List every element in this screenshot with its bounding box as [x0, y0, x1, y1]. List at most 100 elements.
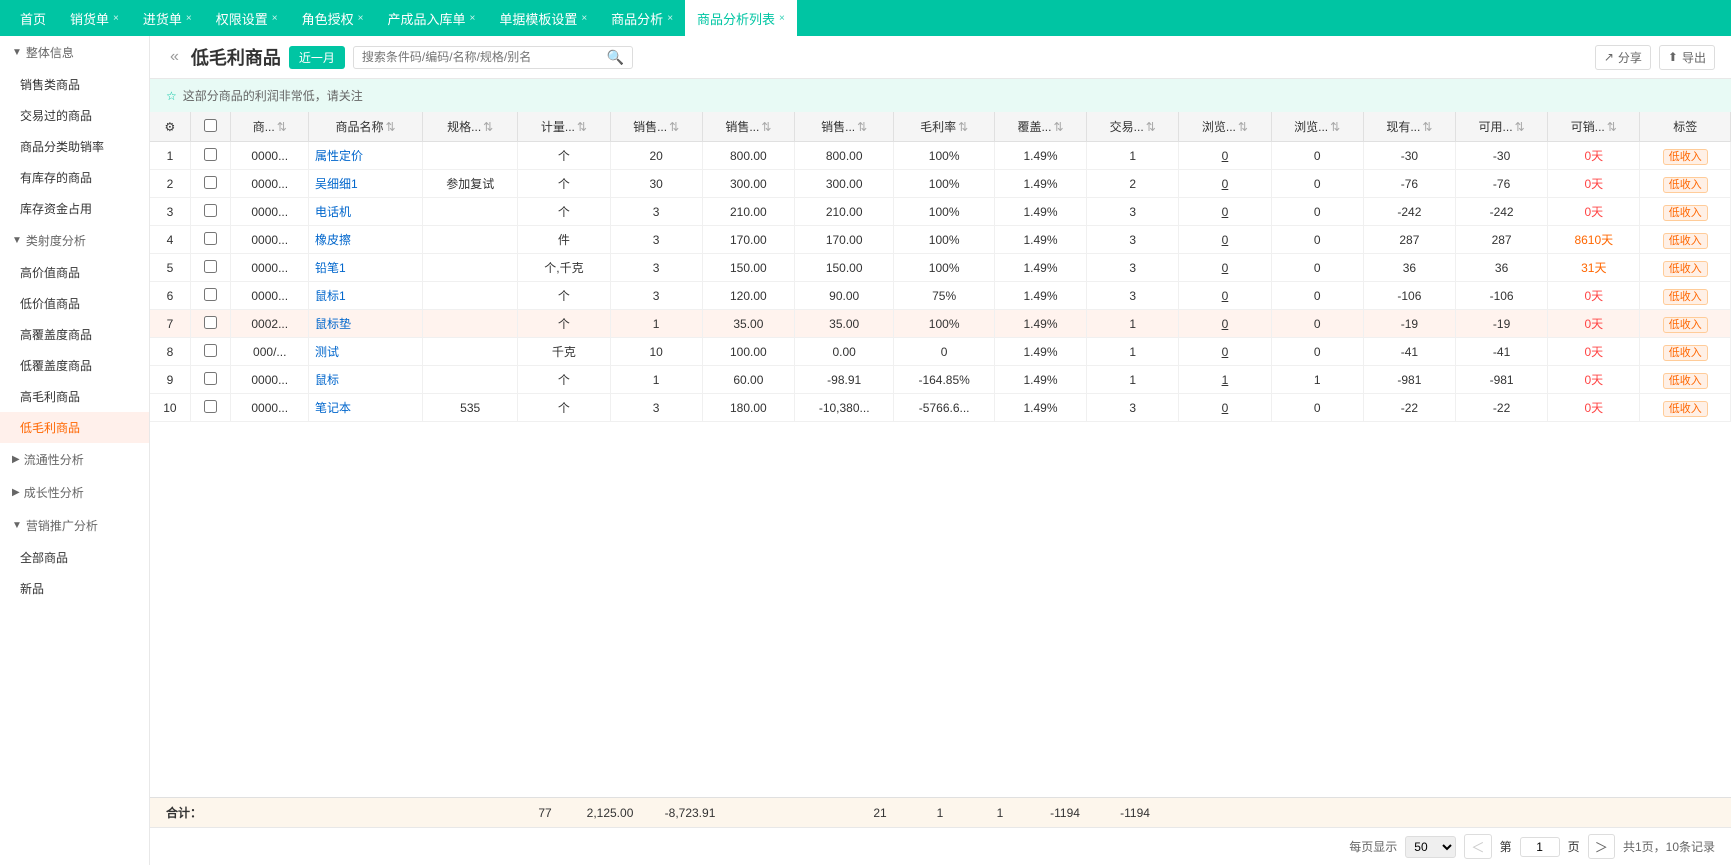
row-name[interactable]: 吴细细1 [309, 170, 423, 198]
row-name[interactable]: 属性定价 [309, 142, 423, 170]
row-name[interactable]: 橡皮擦 [309, 226, 423, 254]
row-name[interactable]: 鼠标垫 [309, 310, 423, 338]
search-icon[interactable]: 🔍 [606, 49, 623, 66]
col-sales-qty[interactable]: 销售...⇅ [610, 112, 702, 142]
row-checkbox[interactable] [190, 198, 231, 226]
row-checkbox[interactable] [190, 338, 231, 366]
row-name[interactable]: 笔记本 [309, 394, 423, 422]
nav-sales-order[interactable]: 销货单 × [58, 0, 131, 36]
next-page-btn[interactable]: ＞ [1588, 834, 1615, 859]
sidebar-item-low-coverage[interactable]: 低覆盖度商品 [0, 350, 149, 381]
sidebar-group-class-analysis[interactable]: ▼ 类射度分析 [0, 224, 149, 257]
row-checkbox[interactable] [190, 254, 231, 282]
row-checkbox[interactable] [190, 226, 231, 254]
row-name[interactable]: 鼠标1 [309, 282, 423, 310]
row-browse1[interactable]: 0 [1179, 198, 1271, 226]
close-permission-icon[interactable]: × [272, 13, 278, 24]
col-coverage[interactable]: 覆盖...⇅ [994, 112, 1086, 142]
row-select-checkbox[interactable] [204, 400, 217, 413]
col-browse1[interactable]: 浏览...⇅ [1179, 112, 1271, 142]
row-checkbox[interactable] [190, 366, 231, 394]
col-sales-profit[interactable]: 销售...⇅ [794, 112, 893, 142]
sidebar-item-high-coverage[interactable]: 高覆盖度商品 [0, 319, 149, 350]
browse1-link[interactable]: 0 [1222, 177, 1229, 191]
prev-page-btn[interactable]: ＜ [1464, 834, 1491, 859]
browse1-link[interactable]: 0 [1222, 261, 1229, 275]
close-product-analysis-list-icon[interactable]: × [779, 13, 785, 24]
col-code[interactable]: 商...⇅ [231, 112, 309, 142]
sidebar-item-all-products[interactable]: 全部商品 [0, 542, 149, 573]
nav-template-settings[interactable]: 单据模板设置 × [487, 0, 599, 36]
export-button[interactable]: ⬆ 导出 [1659, 45, 1715, 70]
row-browse1[interactable]: 0 [1179, 142, 1271, 170]
sidebar-item-sales-products[interactable]: 销售类商品 [0, 69, 149, 100]
browse1-link[interactable]: 0 [1222, 233, 1229, 247]
col-spec[interactable]: 规格...⇅ [423, 112, 518, 142]
row-browse1[interactable]: 0 [1179, 310, 1271, 338]
nav-product-analysis[interactable]: 商品分析 × [599, 0, 685, 36]
nav-permission[interactable]: 权限设置 × [204, 0, 290, 36]
row-select-checkbox[interactable] [204, 232, 217, 245]
col-gross-margin[interactable]: 毛利率⇅ [894, 112, 994, 142]
nav-purchase-order[interactable]: 进货单 × [131, 0, 204, 36]
select-all-checkbox[interactable] [204, 119, 217, 132]
sidebar-collapse-btn[interactable]: « [166, 48, 183, 66]
row-select-checkbox[interactable] [204, 372, 217, 385]
row-name[interactable]: 测试 [309, 338, 423, 366]
row-browse1[interactable]: 0 [1179, 394, 1271, 422]
close-product-analysis-icon[interactable]: × [667, 13, 673, 24]
nav-product-analysis-list[interactable]: 商品分析列表 × [685, 0, 797, 36]
row-checkbox[interactable] [190, 170, 231, 198]
row-select-checkbox[interactable] [204, 260, 217, 273]
sidebar-group-overall[interactable]: ▼ 整体信息 [0, 36, 149, 69]
row-browse1[interactable]: 1 [1179, 366, 1271, 394]
per-page-select[interactable]: 50 100 [1405, 836, 1456, 858]
nav-product-inbound[interactable]: 产成品入库单 × [375, 0, 487, 36]
row-checkbox[interactable] [190, 282, 231, 310]
col-unit[interactable]: 计量...⇅ [518, 112, 610, 142]
close-sales-order-icon[interactable]: × [113, 13, 119, 24]
row-browse1[interactable]: 0 [1179, 338, 1271, 366]
browse1-link[interactable]: 0 [1222, 317, 1229, 331]
col-sellable[interactable]: 可销...⇅ [1548, 112, 1640, 142]
row-name[interactable]: 铅笔1 [309, 254, 423, 282]
col-settings[interactable]: ⚙ [150, 112, 190, 142]
row-name[interactable]: 电话机 [309, 198, 423, 226]
close-product-inbound-icon[interactable]: × [469, 13, 475, 24]
col-transaction[interactable]: 交易...⇅ [1087, 112, 1179, 142]
sidebar-group-flow[interactable]: ▶ 流通性分析 [0, 443, 149, 476]
browse1-link[interactable]: 0 [1222, 149, 1229, 163]
row-select-checkbox[interactable] [204, 204, 217, 217]
row-select-checkbox[interactable] [204, 148, 217, 161]
date-filter-button[interactable]: 近一月 [289, 46, 345, 69]
row-checkbox[interactable] [190, 142, 231, 170]
sidebar-item-new-products[interactable]: 新品 [0, 573, 149, 604]
sidebar-item-low-margin[interactable]: 低毛利商品 [0, 412, 149, 443]
close-role-auth-icon[interactable]: × [358, 13, 364, 24]
sidebar-item-low-value[interactable]: 低价值商品 [0, 288, 149, 319]
row-checkbox[interactable] [190, 310, 231, 338]
col-current-stock[interactable]: 现有...⇅ [1363, 112, 1455, 142]
row-select-checkbox[interactable] [204, 316, 217, 329]
sidebar-group-marketing[interactable]: ▼ 营销推广分析 [0, 509, 149, 542]
share-button[interactable]: ↗ 分享 [1595, 45, 1651, 70]
col-checkbox[interactable] [190, 112, 231, 142]
row-browse1[interactable]: 0 [1179, 254, 1271, 282]
row-browse1[interactable]: 0 [1179, 170, 1271, 198]
sidebar-item-traded-products[interactable]: 交易过的商品 [0, 100, 149, 131]
sidebar-item-high-value[interactable]: 高价值商品 [0, 257, 149, 288]
browse1-link[interactable]: 0 [1222, 289, 1229, 303]
browse1-link[interactable]: 0 [1222, 205, 1229, 219]
sidebar-group-growth[interactable]: ▶ 成长性分析 [0, 476, 149, 509]
row-browse1[interactable]: 0 [1179, 282, 1271, 310]
row-select-checkbox[interactable] [204, 344, 217, 357]
sidebar-item-category-sales-rate[interactable]: 商品分类助销率 [0, 131, 149, 162]
browse1-link[interactable]: 1 [1222, 373, 1229, 387]
col-name[interactable]: 商品名称⇅ [309, 112, 423, 142]
row-browse1[interactable]: 0 [1179, 226, 1271, 254]
page-input[interactable] [1520, 837, 1560, 857]
col-browse2[interactable]: 浏览...⇅ [1271, 112, 1363, 142]
row-select-checkbox[interactable] [204, 176, 217, 189]
search-input[interactable] [362, 50, 607, 64]
nav-home[interactable]: 首页 [8, 0, 58, 36]
